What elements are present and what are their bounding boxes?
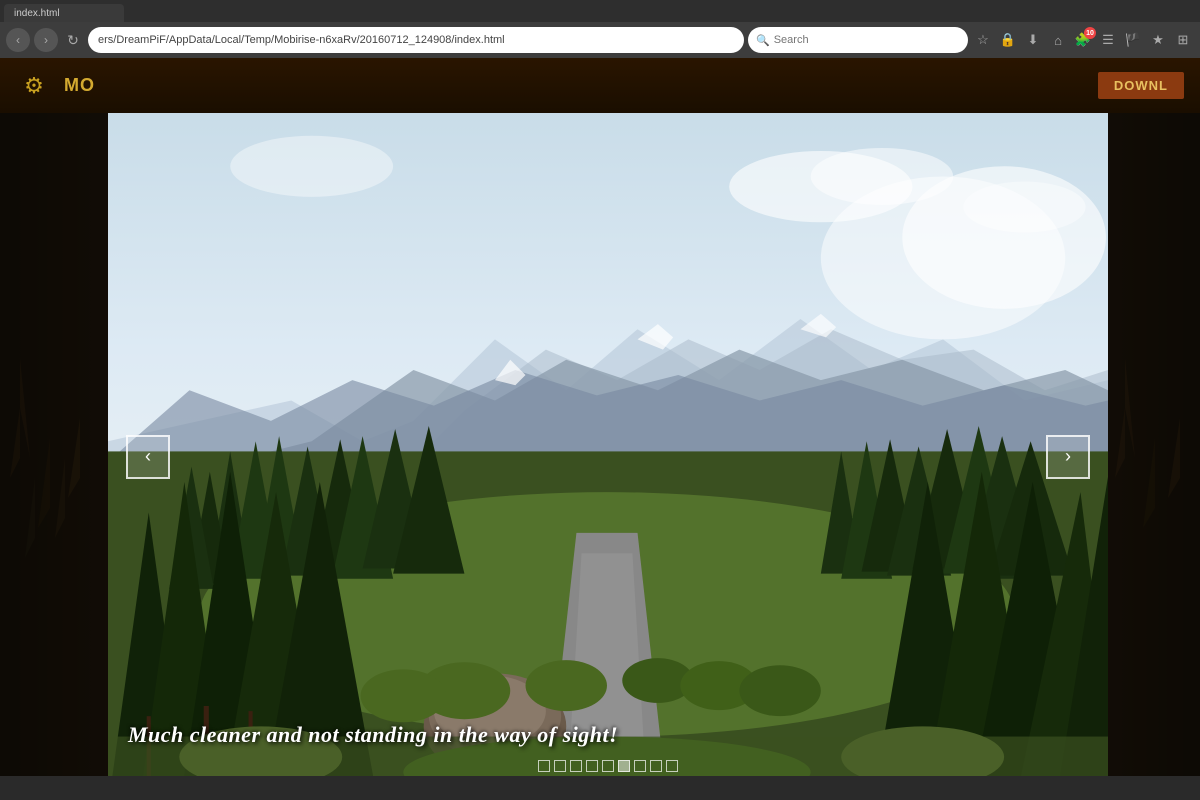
browser-tabs: index.html — [0, 0, 1200, 22]
slider-container: ‹ › Much cleaner and not standing in the… — [108, 113, 1108, 800]
address-bar[interactable]: ers/DreamPiF/AppData/Local/Temp/Mobirise… — [88, 27, 744, 53]
home-icon: ⌂ — [1054, 33, 1062, 48]
slider-dot-8[interactable] — [666, 760, 678, 772]
toolbar-icons: ☆ 🔒 ⬇ ⌂ 🧩 10 ☰ 🏴 ★ — [972, 29, 1194, 51]
slider-next-button[interactable]: › — [1046, 435, 1090, 479]
slider-dot-1[interactable] — [554, 760, 566, 772]
lock-button[interactable]: 🔒 — [997, 29, 1019, 51]
slider-dot-4[interactable] — [602, 760, 614, 772]
slider-dot-3[interactable] — [586, 760, 598, 772]
next-icon: › — [1065, 446, 1071, 467]
extra-icon-2[interactable]: ★ — [1147, 29, 1169, 51]
app-header: ⚙ MO DOWNL — [0, 58, 1200, 113]
forward-button[interactable]: › — [34, 28, 58, 52]
bookmark-icon: ☆ — [977, 32, 989, 48]
reload-button[interactable]: ↻ — [62, 29, 84, 51]
download-button[interactable]: ⬇ — [1022, 29, 1044, 51]
slider-prev-button[interactable]: ‹ — [126, 435, 170, 479]
side-panel-left — [0, 58, 110, 800]
star-icon: ★ — [1152, 32, 1164, 48]
nature-scene — [108, 113, 1108, 800]
forward-icon: › — [44, 33, 48, 47]
flag-icon: 🏴 — [1125, 32, 1141, 48]
extensions-button[interactable]: 🧩 10 — [1072, 29, 1094, 51]
app-title: MO — [64, 75, 95, 96]
search-bar[interactable]: 🔍 — [748, 27, 968, 53]
browser-toolbar: ‹ › ↻ ers/DreamPiF/AppData/Local/Temp/Mo… — [0, 22, 1200, 58]
slider-dot-7[interactable] — [650, 760, 662, 772]
side-panel-right — [1105, 58, 1200, 800]
slider-dots — [538, 760, 678, 772]
download-icon: ⬇ — [1028, 32, 1039, 48]
home-button[interactable]: ⌂ — [1047, 29, 1069, 51]
lock-icon: 🔒 — [1000, 32, 1016, 48]
slider-dot-5[interactable] — [618, 760, 630, 772]
search-input[interactable] — [774, 34, 960, 46]
app-header-right: DOWNL — [1098, 72, 1184, 99]
tab-label: index.html — [14, 8, 60, 19]
resize-icon: ⊞ — [1178, 32, 1189, 48]
resize-button[interactable]: ⊞ — [1172, 29, 1194, 51]
slider-dot-0[interactable] — [538, 760, 550, 772]
hamburger-icon: ☰ — [1102, 32, 1114, 48]
app-area: ⚙ MO DOWNL — [0, 58, 1200, 800]
address-text: ers/DreamPiF/AppData/Local/Temp/Mobirise… — [98, 34, 505, 46]
menu-button[interactable]: ☰ — [1097, 29, 1119, 51]
badge-count: 10 — [1084, 27, 1096, 39]
extra-icon-1[interactable]: 🏴 — [1122, 29, 1144, 51]
download-app-button[interactable]: DOWNL — [1098, 72, 1184, 99]
back-icon: ‹ — [16, 33, 20, 47]
slider-caption: Much cleaner and not standing in the way… — [108, 722, 1108, 748]
gear-icon[interactable]: ⚙ — [16, 68, 52, 104]
browser-chrome: index.html ‹ › ↻ ers/DreamPiF/AppData/Lo… — [0, 0, 1200, 58]
back-button[interactable]: ‹ — [6, 28, 30, 52]
slider-dot-2[interactable] — [570, 760, 582, 772]
reload-icon: ↻ — [67, 32, 79, 49]
browser-tab[interactable]: index.html — [4, 4, 124, 22]
status-bar — [0, 776, 1200, 800]
caption-text: Much cleaner and not standing in the way… — [128, 722, 618, 747]
prev-icon: ‹ — [145, 446, 151, 467]
slider-dot-6[interactable] — [634, 760, 646, 772]
bookmark-button[interactable]: ☆ — [972, 29, 994, 51]
search-icon: 🔍 — [756, 34, 770, 47]
